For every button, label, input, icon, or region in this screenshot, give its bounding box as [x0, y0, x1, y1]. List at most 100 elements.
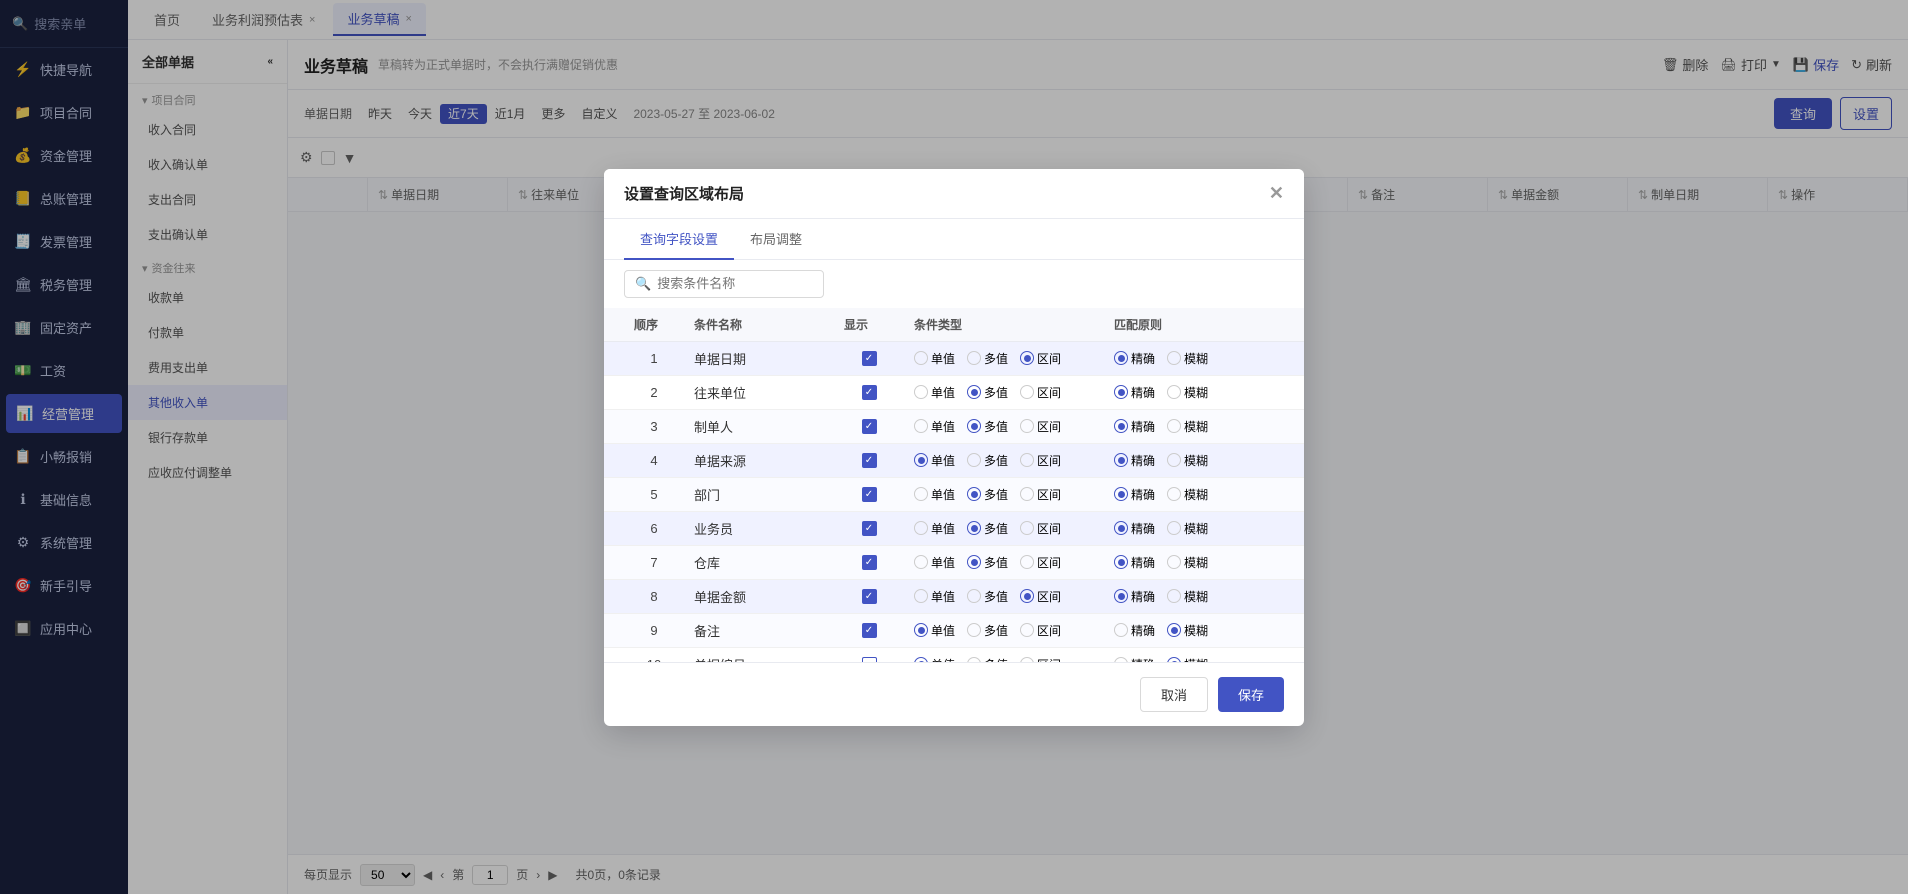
radio-dot-type-2-单值[interactable] [914, 419, 928, 433]
radio-dot-type-8-单值[interactable] [914, 623, 928, 637]
show-checkbox-1[interactable]: ✓ [862, 385, 877, 400]
radio-dot-match-0-精确[interactable] [1114, 351, 1128, 365]
radio-dot-type-6-多值[interactable] [967, 555, 981, 569]
match-radio-5-精确[interactable]: 精确 [1114, 520, 1155, 537]
radio-dot-match-8-模糊[interactable] [1167, 623, 1181, 637]
radio-dot-match-4-模糊[interactable] [1167, 487, 1181, 501]
radio-dot-type-7-单值[interactable] [914, 589, 928, 603]
match-radio-6-精确[interactable]: 精确 [1114, 554, 1155, 571]
match-radio-3-精确[interactable]: 精确 [1114, 452, 1155, 469]
radio-dot-type-1-多值[interactable] [967, 385, 981, 399]
match-radio-0-模糊[interactable]: 模糊 [1167, 350, 1208, 367]
modal-tab-0[interactable]: 查询字段设置 [624, 219, 734, 260]
match-radio-7-精确[interactable]: 精确 [1114, 588, 1155, 605]
type-radio-5-多值[interactable]: 多值 [967, 520, 1008, 537]
type-radio-8-区间[interactable]: 区间 [1020, 622, 1061, 639]
match-radio-7-模糊[interactable]: 模糊 [1167, 588, 1208, 605]
match-radio-4-精确[interactable]: 精确 [1114, 486, 1155, 503]
show-checkbox-5[interactable]: ✓ [862, 521, 877, 536]
type-radio-2-多值[interactable]: 多值 [967, 418, 1008, 435]
show-checkbox-9[interactable] [862, 657, 877, 662]
radio-dot-type-6-区间[interactable] [1020, 555, 1034, 569]
radio-dot-match-1-模糊[interactable] [1167, 385, 1181, 399]
match-radio-8-精确[interactable]: 精确 [1114, 622, 1155, 639]
match-radio-2-精确[interactable]: 精确 [1114, 418, 1155, 435]
type-radio-7-区间[interactable]: 区间 [1020, 588, 1061, 605]
radio-dot-type-8-多值[interactable] [967, 623, 981, 637]
show-checkbox-4[interactable]: ✓ [862, 487, 877, 502]
show-checkbox-8[interactable]: ✓ [862, 623, 877, 638]
type-radio-0-单值[interactable]: 单值 [914, 350, 955, 367]
cancel-button[interactable]: 取消 [1140, 677, 1208, 712]
radio-dot-type-8-区间[interactable] [1020, 623, 1034, 637]
show-checkbox-0[interactable]: ✓ [862, 351, 877, 366]
modal-search-box[interactable]: 🔍 [624, 270, 824, 298]
radio-dot-type-3-多值[interactable] [967, 453, 981, 467]
radio-dot-type-0-区间[interactable] [1020, 351, 1034, 365]
radio-dot-type-1-单值[interactable] [914, 385, 928, 399]
radio-dot-match-5-精确[interactable] [1114, 521, 1128, 535]
type-radio-3-区间[interactable]: 区间 [1020, 452, 1061, 469]
radio-dot-type-0-单值[interactable] [914, 351, 928, 365]
radio-dot-type-0-多值[interactable] [967, 351, 981, 365]
radio-dot-match-9-精确[interactable] [1114, 657, 1128, 662]
type-radio-2-单值[interactable]: 单值 [914, 418, 955, 435]
type-radio-4-区间[interactable]: 区间 [1020, 486, 1061, 503]
type-radio-3-单值[interactable]: 单值 [914, 452, 955, 469]
radio-dot-type-3-单值[interactable] [914, 453, 928, 467]
match-radio-4-模糊[interactable]: 模糊 [1167, 486, 1208, 503]
type-radio-1-区间[interactable]: 区间 [1020, 384, 1061, 401]
radio-dot-type-2-多值[interactable] [967, 419, 981, 433]
radio-dot-match-9-模糊[interactable] [1167, 657, 1181, 662]
match-radio-8-模糊[interactable]: 模糊 [1167, 622, 1208, 639]
type-radio-4-单值[interactable]: 单值 [914, 486, 955, 503]
radio-dot-match-7-精确[interactable] [1114, 589, 1128, 603]
radio-dot-match-7-模糊[interactable] [1167, 589, 1181, 603]
modal-close-button[interactable]: ✕ [1269, 183, 1284, 204]
type-radio-0-区间[interactable]: 区间 [1020, 350, 1061, 367]
type-radio-7-多值[interactable]: 多值 [967, 588, 1008, 605]
radio-dot-type-7-区间[interactable] [1020, 589, 1034, 603]
radio-dot-type-1-区间[interactable] [1020, 385, 1034, 399]
radio-dot-match-3-精确[interactable] [1114, 453, 1128, 467]
type-radio-6-区间[interactable]: 区间 [1020, 554, 1061, 571]
show-checkbox-7[interactable]: ✓ [862, 589, 877, 604]
modal-search-input[interactable] [657, 276, 797, 291]
type-radio-8-多值[interactable]: 多值 [967, 622, 1008, 639]
radio-dot-match-3-模糊[interactable] [1167, 453, 1181, 467]
type-radio-0-多值[interactable]: 多值 [967, 350, 1008, 367]
type-radio-2-区间[interactable]: 区间 [1020, 418, 1061, 435]
type-radio-7-单值[interactable]: 单值 [914, 588, 955, 605]
radio-dot-type-6-单值[interactable] [914, 555, 928, 569]
match-radio-9-精确[interactable]: 精确 [1114, 656, 1155, 662]
match-radio-9-模糊[interactable]: 模糊 [1167, 656, 1208, 662]
radio-dot-match-0-模糊[interactable] [1167, 351, 1181, 365]
type-radio-3-多值[interactable]: 多值 [967, 452, 1008, 469]
radio-dot-type-9-单值[interactable] [914, 657, 928, 662]
radio-dot-type-9-区间[interactable] [1020, 657, 1034, 662]
radio-dot-type-7-多值[interactable] [967, 589, 981, 603]
radio-dot-type-4-区间[interactable] [1020, 487, 1034, 501]
type-radio-9-区间[interactable]: 区间 [1020, 656, 1061, 662]
type-radio-5-区间[interactable]: 区间 [1020, 520, 1061, 537]
radio-dot-match-6-精确[interactable] [1114, 555, 1128, 569]
modal-save-button[interactable]: 保存 [1218, 677, 1284, 712]
match-radio-2-模糊[interactable]: 模糊 [1167, 418, 1208, 435]
type-radio-8-单值[interactable]: 单值 [914, 622, 955, 639]
radio-dot-match-2-精确[interactable] [1114, 419, 1128, 433]
radio-dot-type-4-单值[interactable] [914, 487, 928, 501]
radio-dot-type-9-多值[interactable] [967, 657, 981, 662]
type-radio-6-单值[interactable]: 单值 [914, 554, 955, 571]
radio-dot-type-4-多值[interactable] [967, 487, 981, 501]
match-radio-3-模糊[interactable]: 模糊 [1167, 452, 1208, 469]
radio-dot-type-3-区间[interactable] [1020, 453, 1034, 467]
radio-dot-type-5-单值[interactable] [914, 521, 928, 535]
radio-dot-type-2-区间[interactable] [1020, 419, 1034, 433]
radio-dot-type-5-多值[interactable] [967, 521, 981, 535]
radio-dot-match-4-精确[interactable] [1114, 487, 1128, 501]
match-radio-1-模糊[interactable]: 模糊 [1167, 384, 1208, 401]
type-radio-1-多值[interactable]: 多值 [967, 384, 1008, 401]
modal-tab-1[interactable]: 布局调整 [734, 219, 818, 260]
show-checkbox-3[interactable]: ✓ [862, 453, 877, 468]
match-radio-0-精确[interactable]: 精确 [1114, 350, 1155, 367]
